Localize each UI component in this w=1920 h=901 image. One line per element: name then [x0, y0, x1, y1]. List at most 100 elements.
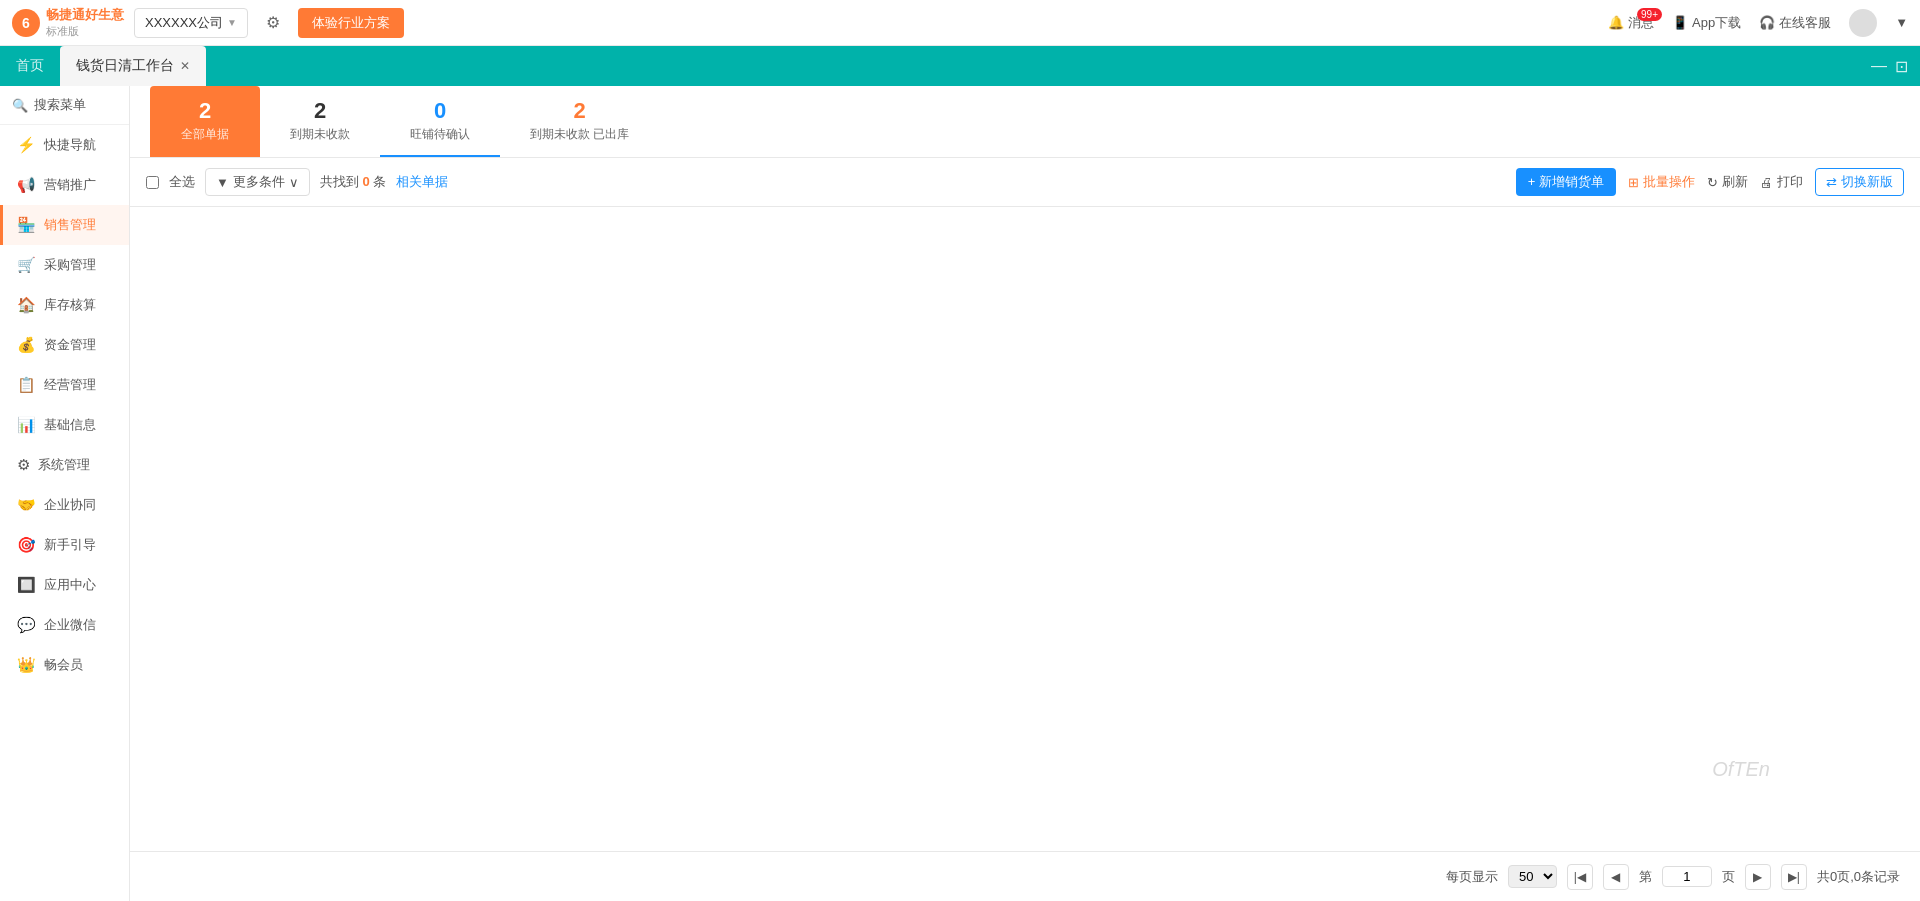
header-right: 🔔 消息 99+ 📱 App下载 🎧 在线客服 ▼: [1608, 9, 1908, 37]
megaphone-icon: 📢: [17, 176, 36, 194]
next-page-btn[interactable]: ▶: [1745, 864, 1771, 890]
last-page-btn[interactable]: ▶|: [1781, 864, 1807, 890]
online-service-label: 在线客服: [1779, 14, 1831, 32]
app-download-btn[interactable]: 📱 App下载: [1672, 14, 1741, 32]
sidebar-item-member[interactable]: 👑 畅会员: [0, 645, 129, 685]
clipboard-icon: 📋: [17, 376, 36, 394]
content-area: 2 全部单据 2 到期未收款 0 旺铺待确认 2 到期未收款 已出库 全选: [130, 86, 1920, 901]
per-page-label: 每页显示: [1446, 868, 1498, 886]
tab-workbench-label: 钱货日清工作台: [76, 57, 174, 75]
header-left: 6 畅捷通好生意 标准版 XXXXXX公司 ▼ ⚙ 体验行业方案: [12, 7, 404, 38]
sidebar-item-label: 资金管理: [44, 336, 96, 354]
sidebar-item-inventory[interactable]: 🏠 库存核算: [0, 285, 129, 325]
stat-tab-shipped[interactable]: 2 到期未收款 已出库: [500, 86, 659, 157]
related-link[interactable]: 相关单据: [396, 173, 448, 191]
stat-label-overdue: 到期未收款: [290, 126, 350, 143]
sidebar-item-quick-nav[interactable]: ⚡ 快捷导航: [0, 125, 129, 165]
company-selector[interactable]: XXXXXX公司 ▼: [134, 8, 248, 38]
sidebar-item-label: 新手引导: [44, 536, 96, 554]
tab-home-label: 首页: [16, 57, 44, 75]
print-btn[interactable]: 🖨 打印: [1760, 173, 1803, 191]
headset-icon: 🎧: [1759, 15, 1775, 30]
handshake-icon: 🤝: [17, 496, 36, 514]
sidebar-item-label: 快捷导航: [44, 136, 96, 154]
select-all-label: 全选: [169, 173, 195, 191]
toolbar-left: 全选 ▼ 更多条件 ∨ 共找到 0 条 相关单据: [146, 168, 1506, 196]
main-layout: 🔍 搜索菜单 ⚡ 快捷导航 📢 营销推广 🏪 销售管理 🛒 采购管理 🏠 库存核…: [0, 86, 1920, 901]
batch-btn[interactable]: ⊞ 批量操作: [1628, 173, 1695, 191]
stat-tab-overdue[interactable]: 2 到期未收款: [260, 86, 380, 157]
avatar[interactable]: [1849, 9, 1877, 37]
sidebar-item-basic-info[interactable]: 📊 基础信息: [0, 405, 129, 445]
sidebar-item-marketing[interactable]: 📢 营销推广: [0, 165, 129, 205]
sidebar-item-label: 库存核算: [44, 296, 96, 314]
user-menu[interactable]: ▼: [1895, 15, 1908, 30]
tab-close-icon[interactable]: ✕: [180, 59, 190, 73]
chevron-down-icon: ▼: [227, 17, 237, 28]
batch-btn-label: 批量操作: [1643, 173, 1695, 191]
stat-number-overdue: 2: [314, 98, 326, 124]
filter-btn[interactable]: ▼ 更多条件 ∨: [205, 168, 310, 196]
stat-tab-all[interactable]: 2 全部单据: [150, 86, 260, 157]
stat-label-pending: 旺铺待确认: [410, 126, 470, 143]
stat-label-shipped: 到期未收款 已出库: [530, 126, 629, 143]
bell-icon: 🔔: [1608, 15, 1624, 30]
maximize-icon[interactable]: ⊡: [1895, 57, 1908, 76]
sidebar-item-newbie[interactable]: 🎯 新手引导: [0, 525, 129, 565]
stats-tabs: 2 全部单据 2 到期未收款 0 旺铺待确认 2 到期未收款 已出库: [130, 86, 1920, 158]
page-input[interactable]: [1662, 866, 1712, 887]
settings-icon: ⚙: [17, 456, 30, 474]
toolbar: 全选 ▼ 更多条件 ∨ 共找到 0 条 相关单据 + 新增销货单 ⊞ 批量操作: [130, 158, 1920, 207]
search-menu-btn[interactable]: 🔍 搜索菜单: [0, 86, 129, 125]
empty-state: [130, 207, 1920, 851]
sidebar-item-wechat[interactable]: 💬 企业微信: [0, 605, 129, 645]
sidebar-item-label: 销售管理: [44, 216, 96, 234]
tab-workbench[interactable]: 钱货日清工作台 ✕: [60, 46, 206, 86]
gear-icon: ⚙: [266, 13, 280, 32]
sidebar-item-purchase[interactable]: 🛒 采购管理: [0, 245, 129, 285]
print-btn-label: 打印: [1777, 173, 1803, 191]
sidebar-item-label: 经营管理: [44, 376, 96, 394]
logo-area: 6 畅捷通好生意 标准版: [12, 7, 124, 38]
per-page-select[interactable]: 50: [1508, 865, 1557, 888]
refresh-btn-label: 刷新: [1722, 173, 1748, 191]
sidebar-item-funds[interactable]: 💰 资金管理: [0, 325, 129, 365]
app-download-label: App下载: [1692, 14, 1741, 32]
tab-bar: 首页 钱货日清工作台 ✕ — ⊡: [0, 46, 1920, 86]
switch-btn-label: 切换新版: [1841, 173, 1893, 191]
messages-btn[interactable]: 🔔 消息 99+: [1608, 14, 1654, 32]
sidebar-item-system[interactable]: ⚙ 系统管理: [0, 445, 129, 485]
settings-button[interactable]: ⚙: [258, 8, 288, 38]
sidebar-item-app-center[interactable]: 🔲 应用中心: [0, 565, 129, 605]
prev-page-btn[interactable]: ◀: [1603, 864, 1629, 890]
grid-icon: 🔲: [17, 576, 36, 594]
toolbar-right: + 新增销货单 ⊞ 批量操作 ↻ 刷新 🖨 打印 ⇄ 切换新版: [1516, 168, 1904, 196]
refresh-icon: ↻: [1707, 175, 1718, 190]
tab-home[interactable]: 首页: [0, 46, 60, 86]
logo-icon: 6: [12, 9, 40, 37]
first-page-btn[interactable]: |◀: [1567, 864, 1593, 890]
sidebar-item-cooperation[interactable]: 🤝 企业协同: [0, 485, 129, 525]
sidebar-item-label: 采购管理: [44, 256, 96, 274]
messages-badge: 99+: [1637, 8, 1662, 21]
wechat-icon: 💬: [17, 616, 36, 634]
online-service-btn[interactable]: 🎧 在线客服: [1759, 14, 1831, 32]
money-icon: 💰: [17, 336, 36, 354]
refresh-btn[interactable]: ↻ 刷新: [1707, 173, 1748, 191]
experience-btn[interactable]: 体验行业方案: [298, 8, 404, 38]
crown-icon: 👑: [17, 656, 36, 674]
sidebar-item-label: 企业微信: [44, 616, 96, 634]
logo-text: 畅捷通好生意 标准版: [46, 7, 124, 38]
minimize-icon[interactable]: —: [1871, 57, 1887, 75]
sidebar-item-sales[interactable]: 🏪 销售管理: [0, 205, 129, 245]
select-all-checkbox[interactable]: [146, 176, 159, 189]
stat-label-all: 全部单据: [181, 126, 229, 143]
switch-version-btn[interactable]: ⇄ 切换新版: [1815, 168, 1904, 196]
cart-icon: 🛒: [17, 256, 36, 274]
add-sales-btn[interactable]: + 新增销货单: [1516, 168, 1616, 196]
sidebar-item-label: 企业协同: [44, 496, 96, 514]
stat-number-all: 2: [199, 98, 211, 124]
store-icon: 🏪: [17, 216, 36, 234]
stat-tab-pending[interactable]: 0 旺铺待确认: [380, 86, 500, 157]
sidebar-item-operations[interactable]: 📋 经营管理: [0, 365, 129, 405]
